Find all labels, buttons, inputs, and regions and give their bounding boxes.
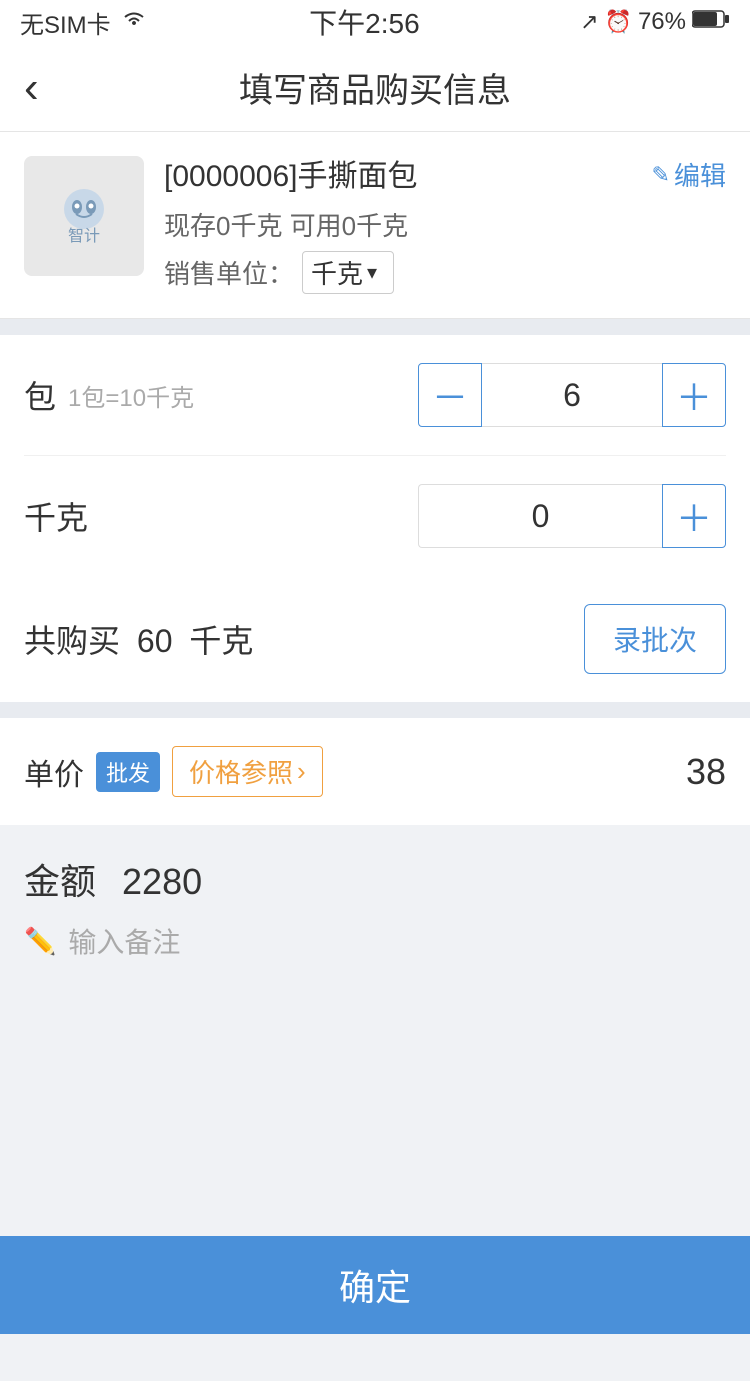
batch-btn-label: 录批次 [613,625,697,656]
status-time: 下午2:56 [309,2,420,42]
price-ref-arrow-icon: › [297,756,306,787]
product-card: 智计 [0000006]手撕面包 现存0千克 可用0千克 销售单位： 千克 ▾ … [0,132,750,319]
price-ref-label: 价格参照 [189,753,293,790]
package-label: 包 1包=10千克 [24,372,194,418]
price-badge: 批发 [96,752,160,792]
confirm-label: 确定 [339,1259,411,1311]
confirm-button[interactable]: 确定 [0,1236,750,1334]
amount-value: 2280 [122,861,202,902]
total-text: 共购买 60 千克 [24,616,253,662]
price-label: 单价 [24,750,84,794]
price-section: 单价 批发 价格参照 › 38 [0,718,750,825]
price-label-group: 单价 批发 价格参照 › [24,746,323,797]
package-unit: 包 [24,372,56,418]
kg-input[interactable] [418,484,662,548]
status-carrier: 无SIM卡 [20,5,149,40]
battery-icon [692,8,730,36]
alarm-icon: ⏰ [605,9,632,35]
kg-control: ＋ [418,484,726,548]
product-thumbnail: 智计 [24,156,144,276]
nav-bar: ‹ 填写商品购买信息 [0,44,750,132]
price-value: 38 [686,751,726,793]
remark-row[interactable]: ✏️ 输入备注 [24,921,726,961]
package-control: － ＋ [418,363,726,427]
kg-row: 千克 ＋ [24,456,726,576]
wifi-icon [119,8,149,36]
input-section: 包 1包=10千克 － ＋ 千克 ＋ [0,335,750,576]
product-info: [0000006]手撕面包 现存0千克 可用0千克 销售单位： 千克 ▾ [164,156,726,294]
minus-icon: － [432,369,468,421]
section-divider-2 [0,702,750,718]
unit-label: 销售单位： [164,254,294,291]
remark-placeholder: 输入备注 [68,921,180,961]
product-stock: 现存0千克 可用0千克 [164,206,726,243]
battery-text: 76% [638,8,686,36]
amount-label: 金额 [24,861,96,902]
product-name: [0000006]手撕面包 [164,156,726,198]
kg-unit: 千克 [24,493,88,539]
product-logo-icon: 智计 [49,181,119,251]
package-row: 包 1包=10千克 － ＋ [24,335,726,456]
amount-section: 金额 2280 ✏️ 输入备注 [0,825,750,981]
unit-select[interactable]: 千克 ▾ [302,251,394,294]
package-input[interactable] [482,363,662,427]
package-plus-button[interactable]: ＋ [662,363,726,427]
svg-text:智计: 智计 [68,227,100,245]
pencil-icon: ✏️ [24,926,56,957]
price-ref-button[interactable]: 价格参照 › [172,746,323,797]
back-button[interactable]: ‹ [24,63,39,113]
total-row: 共购买 60 千克 录批次 [0,576,750,702]
status-bar: 无SIM卡 下午2:56 ↗ ⏰ 76% [0,0,750,44]
location-icon: ↗ [580,9,598,35]
package-hint: 1包=10千克 [68,378,194,413]
carrier-text: 无SIM卡 [20,5,111,40]
amount-row: 金额 2280 [24,853,726,905]
section-divider-1 [0,319,750,335]
edit-button[interactable]: ✎ 编辑 [652,156,726,193]
total-qty: 60 [137,623,173,659]
total-prefix: 共购买 [24,623,120,659]
edit-label: 编辑 [674,156,726,193]
status-right: ↗ ⏰ 76% [580,8,730,36]
package-minus-button[interactable]: － [418,363,482,427]
edit-icon: ✎ [652,162,670,188]
unit-value: 千克 [311,254,363,291]
chevron-down-icon: ▾ [367,260,377,285]
kg-plus-icon: ＋ [676,490,712,542]
plus-icon: ＋ [676,369,712,421]
product-unit-row: 销售单位： 千克 ▾ [164,251,726,294]
batch-button[interactable]: 录批次 [584,604,726,674]
total-unit: 千克 [189,623,253,659]
page-title: 填写商品购买信息 [239,63,511,112]
kg-plus-button[interactable]: ＋ [662,484,726,548]
kg-label: 千克 [24,493,88,539]
